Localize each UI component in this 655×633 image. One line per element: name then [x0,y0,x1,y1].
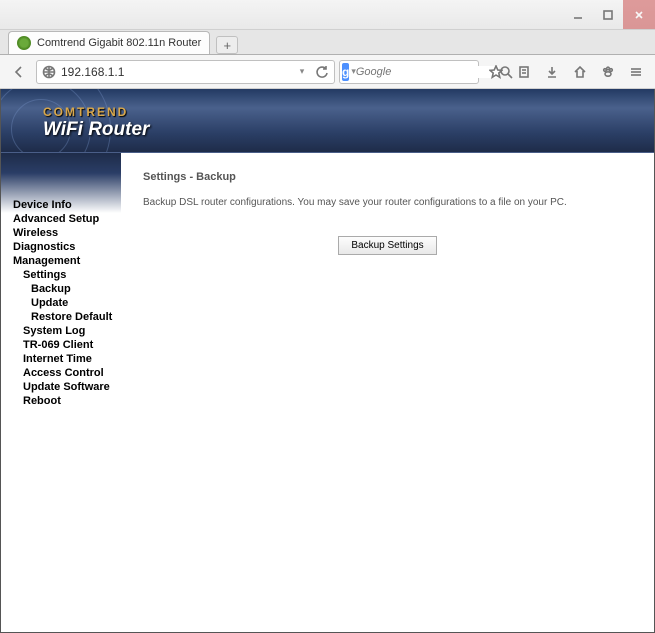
reload-button[interactable] [310,65,334,79]
sidebar-item[interactable]: Internet Time [1,352,121,366]
toolbar-icons [483,59,649,85]
minimize-icon [573,10,583,20]
sidebar-item[interactable]: Management [1,254,121,268]
maximize-icon [603,10,613,20]
google-icon: g [342,63,349,81]
back-icon [11,64,27,80]
window-titlebar [0,0,655,30]
sidebar-item[interactable]: Settings [1,268,121,282]
new-tab-button[interactable]: + [216,36,238,54]
sidebar-item[interactable]: Restore Default [1,310,121,324]
brand-block: COMTREND WiFi Router [43,105,149,141]
sidebar-item[interactable]: System Log [1,324,121,338]
search-input[interactable] [356,66,499,78]
addon-button[interactable] [595,59,621,85]
url-dropdown-icon[interactable]: ▾ [294,66,310,77]
nav-toolbar: ▾ g ▾ [0,55,655,89]
back-button[interactable] [6,59,32,85]
paw-icon [601,65,615,79]
menu-icon [629,65,643,79]
router-body: Device InfoAdvanced SetupWirelessDiagnos… [1,153,654,632]
plus-icon: + [223,38,231,53]
page-description: Backup DSL router configurations. You ma… [143,197,632,208]
sidebar-item[interactable]: Reboot [1,394,121,408]
menu-button[interactable] [623,59,649,85]
sidebar-item[interactable]: Diagnostics [1,240,121,254]
sidebar-item[interactable]: Update Software [1,380,121,394]
router-banner: COMTREND WiFi Router [1,89,654,153]
sidebar-item[interactable]: Backup [1,282,121,296]
home-icon [573,65,587,79]
maximize-button[interactable] [593,0,623,29]
page-heading: Settings - Backup [143,171,632,183]
download-icon [545,65,559,79]
url-input[interactable] [61,65,294,79]
close-button[interactable] [623,0,655,29]
sidebar-item[interactable]: TR-069 Client [1,338,121,352]
sidebar-item[interactable]: Update [1,296,121,310]
bookmark-button[interactable] [483,59,509,85]
backup-settings-button[interactable]: Backup Settings [338,236,436,255]
globe-icon [37,65,61,79]
clipboard-icon [517,65,531,79]
star-icon [489,65,503,79]
sidebar-item[interactable]: Wireless [1,226,121,240]
search-box[interactable]: g ▾ [339,60,479,84]
window-controls [563,0,655,29]
reload-icon [315,65,329,79]
sidebar-item[interactable]: Advanced Setup [1,212,121,226]
brand-product: WiFi Router [43,119,149,141]
sidebar-item[interactable]: Device Info [1,198,121,212]
url-box[interactable]: ▾ [36,60,335,84]
home-button[interactable] [567,59,593,85]
downloads-button[interactable] [539,59,565,85]
content-area: Settings - Backup Backup DSL router conf… [121,153,654,632]
close-icon [634,10,644,20]
tab-title: Comtrend Gigabit 802.11n Router [37,37,201,49]
minimize-button[interactable] [563,0,593,29]
browser-tab[interactable]: Comtrend Gigabit 802.11n Router [8,31,210,54]
sidebar: Device InfoAdvanced SetupWirelessDiagnos… [1,153,121,632]
library-button[interactable] [511,59,537,85]
tab-strip: Comtrend Gigabit 802.11n Router + [0,30,655,55]
tab-favicon [17,36,31,50]
page: COMTREND WiFi Router Device InfoAdvanced… [0,89,655,633]
brand-name: COMTREND [43,105,149,119]
sidebar-item[interactable]: Access Control [1,366,121,380]
